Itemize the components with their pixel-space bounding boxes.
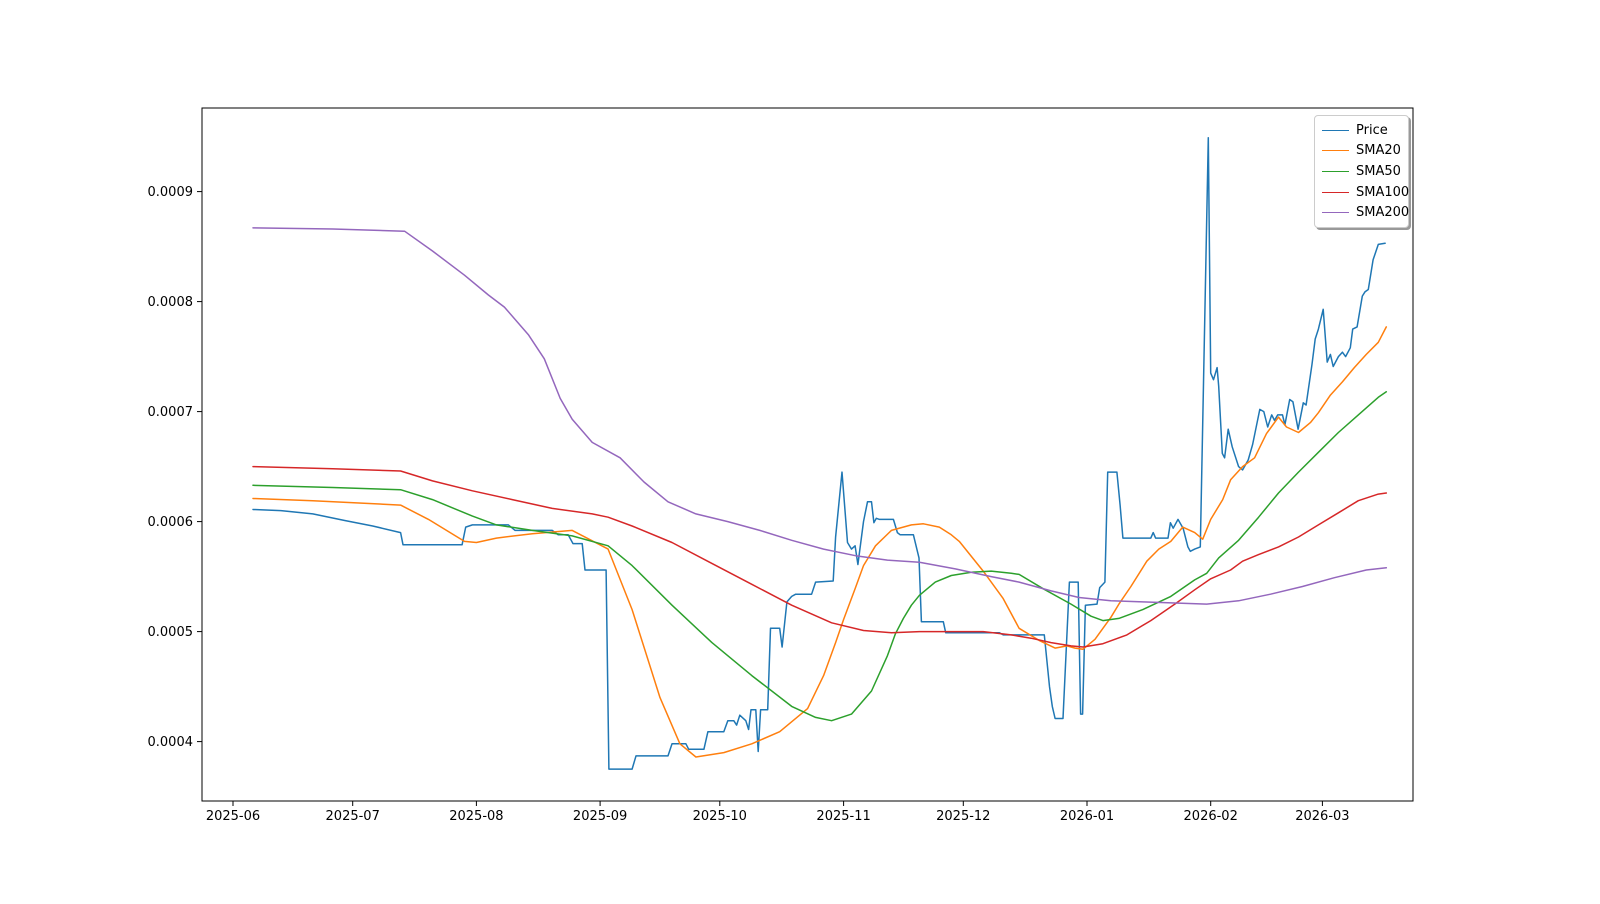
price-line: [252, 136, 1386, 770]
y-tick-label: 0.0009: [148, 185, 194, 200]
sma20-legend-line-swatch: [1322, 150, 1349, 152]
x-tick-label: 2026-01: [1060, 809, 1114, 824]
x-tick-label: 2025-06: [206, 809, 260, 824]
price-legend-line-swatch: [1322, 129, 1349, 131]
y-tick-label: 0.0008: [148, 295, 194, 310]
x-tick-label: 2026-03: [1295, 809, 1349, 824]
sma100-line: [252, 465, 1388, 648]
sma200-line: [252, 227, 1388, 605]
legend-entry: SMA20: [1322, 141, 1406, 162]
x-tick-label: 2025-12: [936, 809, 990, 824]
legend-label: SMA50: [1356, 163, 1401, 179]
y-tick-label: 0.0007: [148, 405, 194, 420]
x-tick-label: 2025-11: [816, 809, 870, 824]
x-tick-label: 2025-09: [573, 809, 627, 824]
legend-label: Price: [1356, 122, 1388, 138]
x-tick-label: 2025-10: [693, 809, 747, 824]
legend-label: SMA100: [1356, 184, 1410, 200]
sma50-line: [252, 391, 1388, 722]
x-tick-label: 2025-07: [326, 809, 380, 824]
sma200-legend-line-swatch: [1322, 212, 1349, 214]
chart-legend: Price SMA20 SMA50 SMA100 SMA200: [1314, 115, 1409, 228]
sma50-legend-line-swatch: [1322, 170, 1349, 172]
y-tick-label: 0.0004: [148, 735, 194, 750]
legend-entry: SMA200: [1322, 202, 1410, 223]
sma100-legend-line-swatch: [1322, 191, 1349, 193]
legend-label: SMA200: [1356, 205, 1410, 221]
legend-entry: Price: [1322, 120, 1406, 141]
plot-border: [201, 107, 1414, 802]
y-tick-label: 0.0005: [148, 625, 194, 640]
legend-label: SMA20: [1356, 143, 1401, 159]
legend-entry: SMA100: [1322, 182, 1410, 203]
x-tick-label: 2025-08: [449, 809, 503, 824]
x-tick-label: 2026-02: [1184, 809, 1238, 824]
legend-entry: SMA50: [1322, 161, 1406, 182]
y-tick-label: 0.0006: [148, 515, 194, 530]
figure-canvas: 2025-06 2025-07 2025-08 2025-09 2025-10 2025-…: [0, 0, 1600, 900]
sma20-line: [252, 326, 1388, 758]
